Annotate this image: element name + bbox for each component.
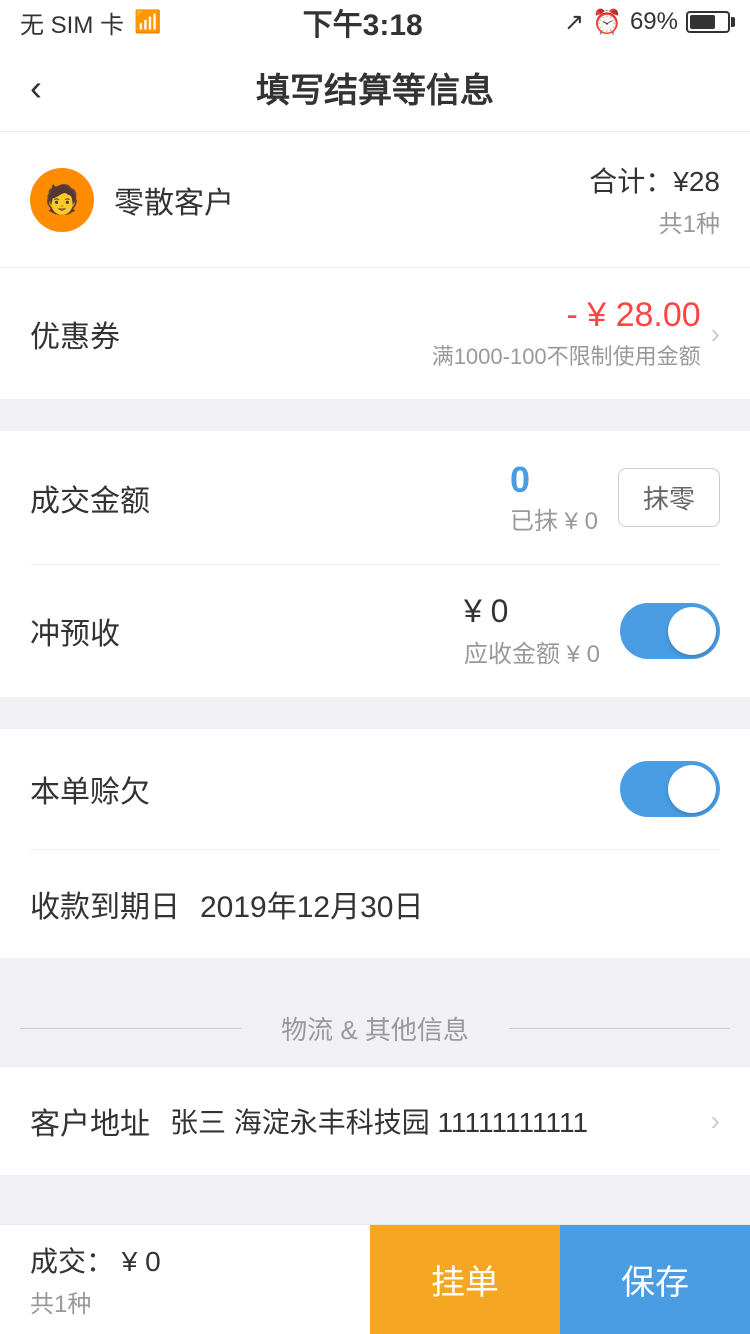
status-time: 下午3:18	[303, 0, 423, 44]
toggle-knob	[668, 607, 716, 655]
prepayment-left: 冲预收	[30, 609, 120, 653]
prepayment-row: 冲预收 ¥ 0 应收金额 ¥ 0	[30, 565, 720, 697]
bottom-transaction-value: ¥ 0	[122, 1246, 161, 1277]
avatar: 🧑	[30, 168, 94, 232]
due-date-label: 收款到期日	[30, 882, 180, 926]
bottom-transaction-label: 成交：	[30, 1246, 114, 1277]
debt-section: 本单赊欠 收款到期日 2019年12月30日	[0, 729, 750, 958]
prepayment-label: 冲预收	[30, 618, 120, 651]
due-date-value: 2019年12月30日	[200, 882, 423, 926]
logistics-section: 物流 & 其他信息	[0, 990, 750, 1067]
transaction-value: 0	[510, 459, 598, 501]
transaction-right: 0 已抹 ¥ 0 抹零	[510, 459, 720, 536]
prepayment-description: 应收金额 ¥ 0	[464, 634, 600, 669]
carrier-label: 无 SIM 卡	[20, 5, 124, 40]
battery-fill	[690, 15, 715, 29]
hangup-button[interactable]: 挂单	[370, 1225, 560, 1334]
debt-row: 本单赊欠	[30, 729, 720, 850]
logistics-divider-left	[20, 1028, 241, 1029]
battery-label: 69%	[630, 8, 678, 36]
logistics-divider-right	[509, 1028, 730, 1029]
prepayment-amount: ¥ 0	[464, 593, 600, 630]
coupon-description: 满1000-100不限制使用金额	[432, 339, 701, 371]
bottom-bar: 成交： ¥ 0 共1种 挂单 保存	[0, 1224, 750, 1334]
coupon-right-wrap: - ¥ 28.00 满1000-100不限制使用金额	[432, 296, 701, 371]
address-label: 客户地址	[30, 1099, 150, 1143]
debt-toggle[interactable]	[620, 761, 720, 817]
customer-left: 🧑 零散客户	[30, 168, 234, 232]
status-bar: 无 SIM 卡 📶 下午3:18 ↗ ⏰ 69%	[0, 0, 750, 44]
total-count: 共1种	[589, 204, 720, 239]
chevron-right-icon: ›	[711, 318, 720, 350]
battery-icon	[686, 11, 730, 33]
debt-toggle-knob	[668, 765, 716, 813]
prepayment-values: ¥ 0 应收金额 ¥ 0	[464, 593, 600, 669]
transaction-section: 成交金额 0 已抹 ¥ 0 抹零 冲预收 ¥ 0 应收金额 ¥ 0	[0, 431, 750, 697]
customer-section: 🧑 零散客户 合计：¥28 共1种 优惠券 - ¥ 28.00 满1000-10…	[0, 132, 750, 399]
address-section: 客户地址 张三 海淀永丰科技园 11111111111 ›	[0, 1067, 750, 1175]
section-divider-1	[0, 415, 750, 431]
coupon-right: - ¥ 28.00 满1000-100不限制使用金额 ›	[432, 296, 720, 371]
customer-name: 零散客户	[114, 178, 234, 222]
already-rounded: 已抹 ¥ 0	[510, 501, 598, 536]
transaction-label: 成交金额	[30, 476, 150, 520]
transaction-row: 成交金额 0 已抹 ¥ 0 抹零	[30, 431, 720, 565]
back-button[interactable]: ‹	[30, 67, 42, 109]
address-row[interactable]: 客户地址 张三 海淀永丰科技园 11111111111 ›	[30, 1067, 720, 1175]
location-icon: ↗	[564, 8, 584, 37]
debt-label: 本单赊欠	[30, 767, 150, 811]
total-amount: 合计：¥28	[589, 160, 720, 200]
logistics-label: 物流 & 其他信息	[261, 1010, 489, 1047]
wifi-icon: 📶	[134, 9, 161, 35]
coupon-amount: - ¥ 28.00	[432, 296, 701, 335]
status-right: ↗ ⏰ 69%	[564, 8, 730, 37]
prepayment-toggle[interactable]	[620, 603, 720, 659]
coupon-row[interactable]: 优惠券 - ¥ 28.00 满1000-100不限制使用金额 ›	[0, 267, 750, 399]
save-button[interactable]: 保存	[560, 1225, 750, 1334]
section-divider-2	[0, 713, 750, 729]
bottom-transaction: 成交： ¥ 0	[30, 1240, 340, 1280]
round-button[interactable]: 抹零	[618, 468, 720, 527]
coupon-label: 优惠券	[30, 312, 120, 356]
customer-right: 合计：¥28 共1种	[589, 160, 720, 239]
alarm-icon: ⏰	[592, 8, 622, 37]
status-left: 无 SIM 卡 📶	[20, 5, 161, 40]
bottom-info: 成交： ¥ 0 共1种	[0, 1240, 370, 1319]
page-title: 填写结算等信息	[256, 63, 494, 112]
section-divider-3	[0, 974, 750, 990]
nav-bar: ‹ 填写结算等信息	[0, 44, 750, 132]
address-value: 张三 海淀永丰科技园 11111111111	[170, 1101, 711, 1141]
prepayment-right: ¥ 0 应收金额 ¥ 0	[464, 593, 720, 669]
avatar-icon: 🧑	[45, 183, 80, 216]
due-date-row: 收款到期日 2019年12月30日	[30, 850, 720, 958]
bottom-count: 共1种	[30, 1284, 340, 1319]
customer-row: 🧑 零散客户 合计：¥28 共1种	[0, 132, 750, 267]
address-chevron-icon: ›	[711, 1105, 720, 1137]
